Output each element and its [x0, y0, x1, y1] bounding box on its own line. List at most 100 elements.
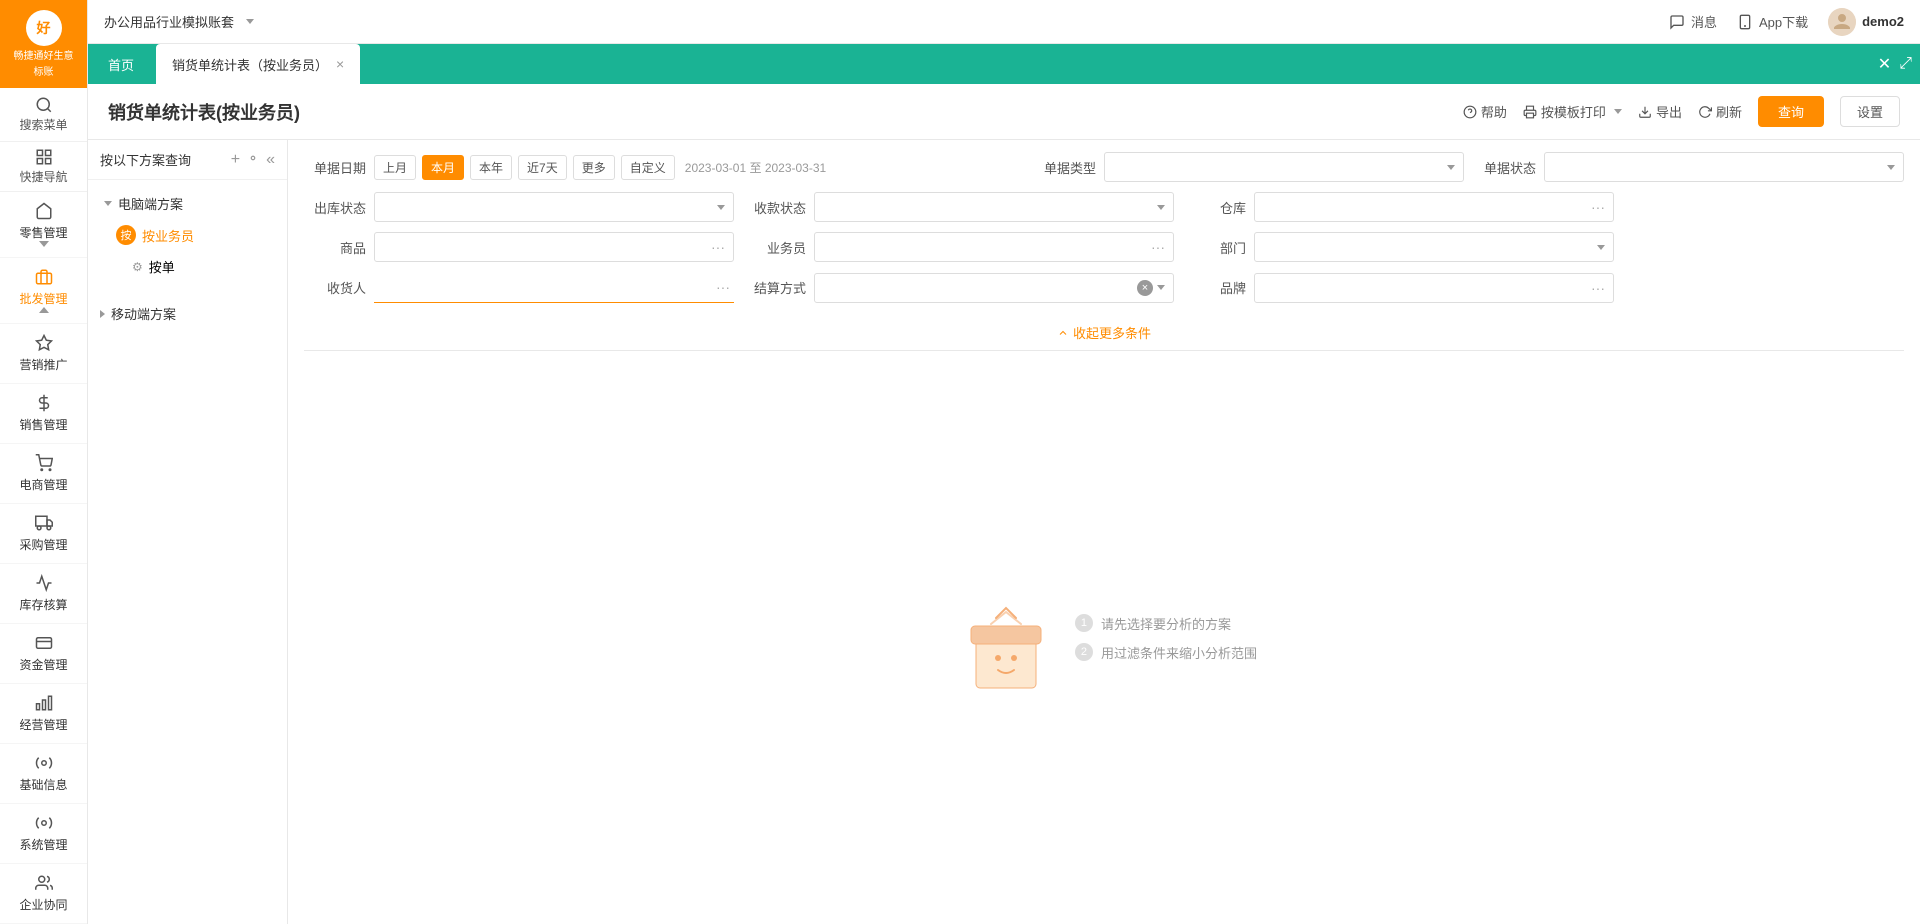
- group-toggle-icon: [104, 201, 112, 206]
- topbar-left: 办公用品行业模拟账套: [104, 12, 254, 31]
- stock-status-label: 出库状态: [304, 198, 374, 217]
- panel-header: 按以下方案查询 + «: [88, 140, 287, 180]
- sidebar-item-system[interactable]: 系统管理: [0, 804, 87, 864]
- date-range-text: 2023-03-01 至 2023-03-31: [685, 159, 826, 176]
- plan-group-desktop-header[interactable]: 电脑端方案: [88, 188, 287, 219]
- sidebar-item-label: 采购管理: [19, 536, 67, 553]
- voucher-status-select[interactable]: [1544, 152, 1904, 182]
- app-label: App下载: [1759, 12, 1808, 31]
- brand-more-icon: ···: [1591, 280, 1605, 296]
- sidebar-item-label: 电商管理: [19, 476, 67, 493]
- collapse-panel-btn[interactable]: «: [266, 151, 275, 169]
- print-icon: [1523, 105, 1537, 119]
- sidebar-logo[interactable]: 好 畅捷通好生意 标账: [0, 0, 87, 88]
- stock-status-select[interactable]: [374, 192, 734, 222]
- sidebar-item-operation[interactable]: 经营管理: [0, 684, 87, 744]
- query-button[interactable]: 查询: [1758, 96, 1824, 127]
- search-icon: [35, 96, 53, 114]
- export-icon: [1638, 105, 1652, 119]
- sidebar-item-ecommerce[interactable]: 电商管理: [0, 444, 87, 504]
- consignee-label: 收货人: [304, 278, 374, 297]
- tabbar-expand-icon[interactable]: ⤢: [1899, 55, 1912, 73]
- sidebar-item-label: 经营管理: [19, 716, 67, 733]
- filter-inner: 单据日期 上月 本月 本年 近7天 更多 自定义 2023-03-01 至 20…: [304, 152, 1904, 315]
- page-header: 销货单统计表(按业务员) 帮助 按模板打印 导出 刷新: [88, 84, 1920, 140]
- date-btn-lastmonth[interactable]: 上月: [374, 155, 416, 180]
- main-area: 办公用品行业模拟账套 消息 App下载 demo2 首页: [88, 0, 1920, 924]
- date-btn-thisyear[interactable]: 本年: [470, 155, 512, 180]
- enterprise-icon: [35, 874, 53, 892]
- date-btn-group: 上月 本月 本年 近7天 更多 自定义 2023-03-01 至 2023-03…: [374, 155, 1024, 180]
- sidebar-item-purchase[interactable]: 采购管理: [0, 504, 87, 564]
- select-chevron: [1447, 165, 1455, 170]
- date-btn-7days[interactable]: 近7天: [518, 155, 567, 180]
- plan-sub-item-by-order[interactable]: ⚙ 按单: [88, 251, 287, 282]
- sidebar-item-inventory[interactable]: 库存核算: [0, 564, 87, 624]
- tab-close-btn[interactable]: ×: [336, 56, 344, 72]
- collapse-btn-label: 收起更多条件: [1073, 323, 1151, 342]
- warehouse-select[interactable]: ···: [1254, 192, 1614, 222]
- plan-item-salesperson[interactable]: 按 按业务员: [88, 219, 287, 251]
- sidebar-item-retail[interactable]: 零售管理: [0, 192, 87, 258]
- content-area: 销货单统计表(按业务员) 帮助 按模板打印 导出 刷新: [88, 84, 1920, 924]
- add-plan-btn[interactable]: +: [231, 151, 240, 169]
- account-dropdown[interactable]: 办公用品行业模拟账套: [104, 12, 234, 31]
- page-title: 销货单统计表(按业务员): [108, 99, 300, 137]
- sidebar-item-finance[interactable]: 资金管理: [0, 624, 87, 684]
- hint-num-1: 1: [1075, 614, 1093, 632]
- settle-clear-btn[interactable]: ×: [1137, 280, 1153, 296]
- app-sub: 标账: [34, 63, 54, 78]
- help-label: 帮助: [1481, 102, 1507, 121]
- empty-hints: 1 请先选择要分析的方案 2 用过滤条件来缩小分析范围: [1075, 614, 1257, 662]
- app-download-btn[interactable]: App下载: [1737, 12, 1808, 31]
- filter-row-4: 收货人 ··· 结算方式 × 品牌: [304, 272, 1904, 303]
- edit-icon: [246, 151, 260, 165]
- brand-select[interactable]: ···: [1254, 273, 1614, 303]
- sidebar-item-enterprise[interactable]: 企业协同: [0, 864, 87, 924]
- date-label: 单据日期: [304, 158, 374, 177]
- setting-button[interactable]: 设置: [1840, 96, 1900, 127]
- marketing-icon: [35, 334, 53, 352]
- receive-status-select[interactable]: [814, 192, 1174, 222]
- collapse-btn[interactable]: 收起更多条件: [304, 315, 1904, 351]
- plan-group-mobile: 移动端方案: [88, 290, 287, 337]
- date-btn-more[interactable]: 更多: [573, 155, 615, 180]
- topbar-right: 消息 App下载 demo2: [1669, 8, 1904, 36]
- wholesale-icon: [35, 268, 53, 286]
- tab-active[interactable]: 销货单统计表（按业务员） ×: [156, 44, 360, 84]
- empty-svg: [951, 588, 1061, 698]
- plan-group-mobile-header[interactable]: 移动端方案: [88, 298, 287, 329]
- sidebar-nav-quicklinks[interactable]: 快捷导航: [0, 142, 87, 192]
- date-btn-thismonth[interactable]: 本月: [422, 155, 464, 180]
- sidebar-item-sales[interactable]: 销售管理: [0, 384, 87, 444]
- sidebar-item-marketing[interactable]: 营销推广: [0, 324, 87, 384]
- salesperson-more-icon: ···: [1151, 239, 1165, 255]
- salesperson-select[interactable]: ···: [814, 232, 1174, 262]
- empty-state: 1 请先选择要分析的方案 2 用过滤条件来缩小分析范围: [951, 588, 1257, 688]
- filter-row-2: 出库状态 收款状态 仓库: [304, 192, 1904, 222]
- help-btn[interactable]: 帮助: [1463, 102, 1507, 121]
- right-area: 单据日期 上月 本月 本年 近7天 更多 自定义 2023-03-01 至 20…: [288, 140, 1920, 924]
- tab-home[interactable]: 首页: [88, 44, 154, 84]
- consignee-input[interactable]: [378, 272, 712, 302]
- brand-label: 品牌: [1174, 278, 1254, 297]
- sub-icon: ⚙: [132, 260, 143, 274]
- tabbar-close-icon[interactable]: ✕: [1878, 54, 1891, 74]
- sidebar-item-basic[interactable]: 基础信息: [0, 744, 87, 804]
- sidebar-search[interactable]: 搜索菜单: [0, 88, 87, 142]
- print-label: 按模板打印: [1541, 102, 1606, 121]
- export-btn[interactable]: 导出: [1638, 102, 1682, 121]
- date-btn-custom[interactable]: 自定义: [621, 155, 675, 180]
- voucher-type-select[interactable]: [1104, 152, 1464, 182]
- dept-select[interactable]: [1254, 232, 1614, 262]
- user-avatar[interactable]: demo2: [1828, 8, 1904, 36]
- goods-select[interactable]: ···: [374, 232, 734, 262]
- sidebar-quicknav-label: 快捷导航: [19, 168, 67, 185]
- edit-plan-btn[interactable]: [246, 151, 260, 168]
- message-btn[interactable]: 消息: [1669, 12, 1717, 31]
- sidebar-item-wholesale[interactable]: 批发管理: [0, 258, 87, 324]
- print-btn[interactable]: 按模板打印: [1523, 102, 1622, 121]
- settle-select[interactable]: ×: [814, 273, 1174, 303]
- refresh-btn[interactable]: 刷新: [1698, 102, 1742, 121]
- panel-title: 按以下方案查询: [100, 150, 225, 169]
